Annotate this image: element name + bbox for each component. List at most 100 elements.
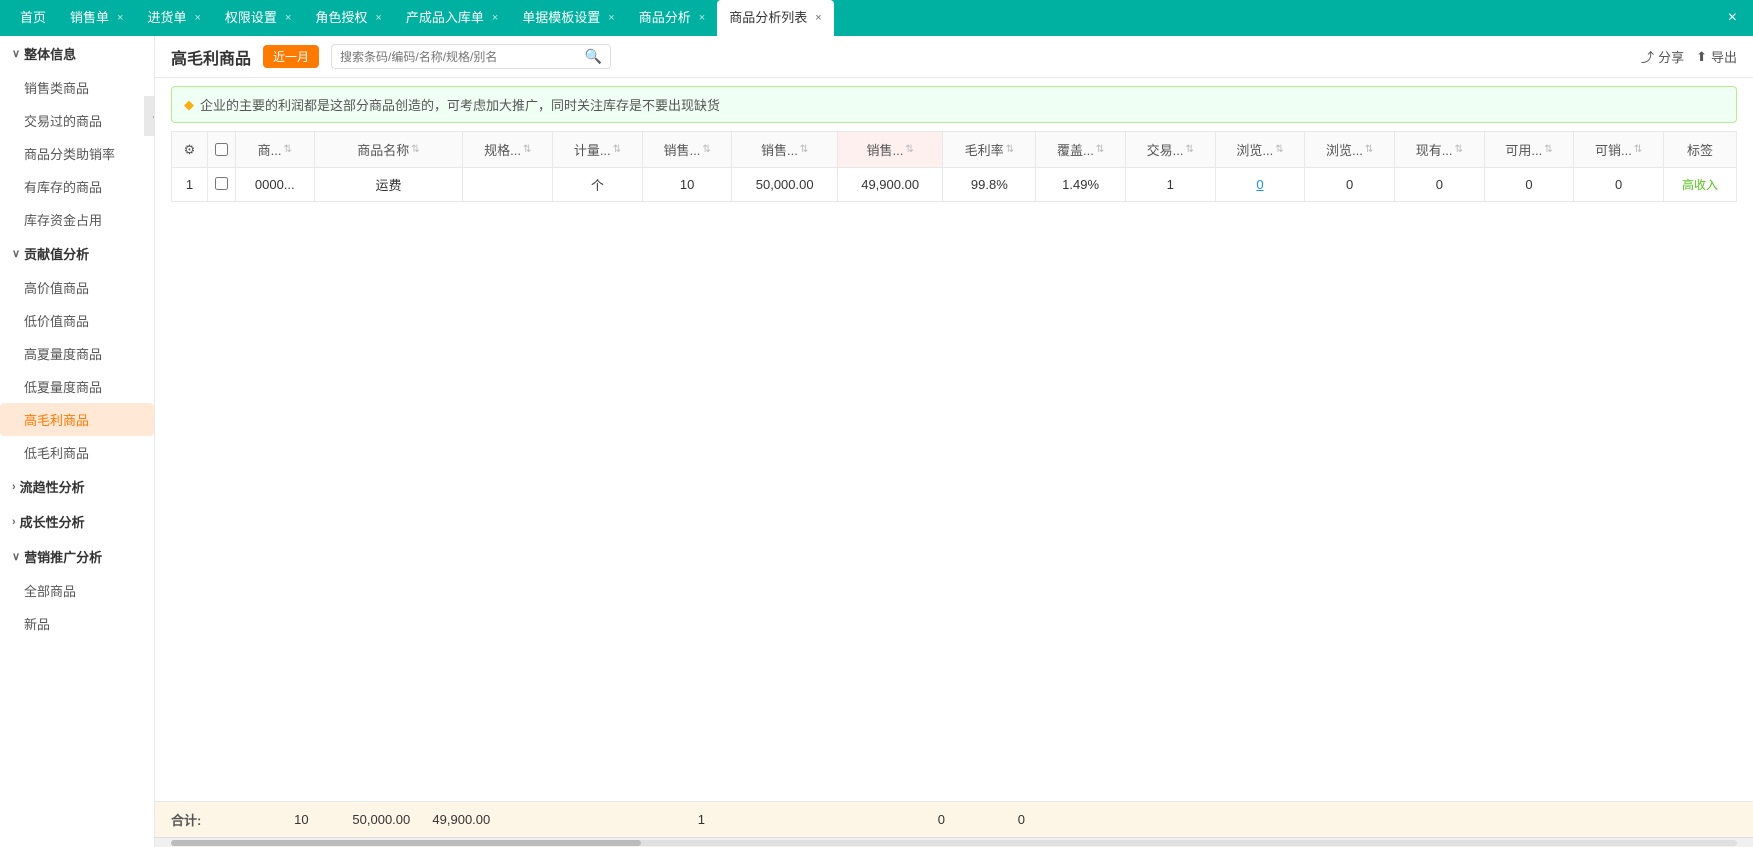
col-name[interactable]: 商品名称⇅ [314, 132, 463, 168]
col-browse1[interactable]: 浏览...⇅ [1215, 132, 1305, 168]
close-icon[interactable]: × [194, 0, 200, 36]
sidebar-group-trend[interactable]: › 流趋性分析 [0, 469, 154, 504]
close-icon[interactable]: × [492, 0, 498, 36]
col-sales-profit[interactable]: 销售...⇅ [837, 132, 942, 168]
warning-icon: ◆ [184, 97, 194, 113]
cell-unit: 个 [553, 168, 643, 202]
cell-browse2: 0 [1305, 168, 1395, 202]
search-icon[interactable]: 🔍 [585, 48, 602, 65]
cell-browse1[interactable]: 0 [1215, 168, 1305, 202]
footer-values: 10 50,000.00 49,900.00 1 0 0 [261, 812, 1737, 827]
horizontal-scrollbar[interactable] [155, 837, 1753, 847]
col-sales-amount[interactable]: 销售...⇅ [732, 132, 837, 168]
sidebar-item-stock-capital[interactable]: 库存资金占用 [0, 203, 154, 236]
col-current-stock[interactable]: 现有...⇅ [1394, 132, 1484, 168]
sidebar-item-high-frequency[interactable]: 高夏量度商品 [0, 337, 154, 370]
data-table: ⚙ 商...⇅ 商品名称⇅ 规格...⇅ [171, 131, 1737, 202]
table-row: 1 0000... 运费 个 10 50,000.00 49,900.00 99… [172, 168, 1737, 202]
col-sales-qty[interactable]: 销售...⇅ [642, 132, 732, 168]
scrollbar-track[interactable] [171, 840, 1737, 846]
cell-checkbox[interactable] [208, 168, 236, 202]
close-icon[interactable]: × [285, 0, 291, 36]
table-container[interactable]: ⚙ 商...⇅ 商品名称⇅ 规格...⇅ [155, 131, 1753, 801]
share-button[interactable]: ⤴ 分享 [1641, 47, 1684, 66]
col-tag[interactable]: 标签 [1663, 132, 1736, 168]
sidebar-item-low-frequency[interactable]: 低夏量度商品 [0, 370, 154, 403]
sidebar-item-category-sales-rate[interactable]: 商品分类助销率 [0, 137, 154, 170]
footer-sales-profit: 49,900.00 [421, 812, 501, 827]
col-code[interactable]: 商...⇅ [236, 132, 315, 168]
content-area: 高毛利商品 近一月 🔍 ⤴ 分享 ⬆ 导出 ◆ 企业的主要的利润都是这部分商品创… [155, 36, 1753, 847]
cell-sellable: 0 [1574, 168, 1664, 202]
col-coverage[interactable]: 覆盖...⇅ [1036, 132, 1126, 168]
nav-product-analysis-list[interactable]: 商品分析列表 × [717, 0, 833, 36]
cell-transaction: 1 [1125, 168, 1215, 202]
footer-transaction: 1 [661, 812, 741, 827]
sidebar-item-sales-goods[interactable]: 销售类商品 [0, 71, 154, 104]
cell-spec [463, 168, 553, 202]
col-gross-margin[interactable]: 毛利率⇅ [943, 132, 1036, 168]
scrollbar-thumb[interactable] [171, 840, 641, 846]
sidebar-group-overall[interactable]: ∨ 整体信息 [0, 36, 154, 71]
sidebar-collapse-button[interactable]: 《 [144, 96, 155, 136]
sidebar-item-high-margin[interactable]: 高毛利商品 [0, 403, 154, 436]
table-footer: 合计: 10 50,000.00 49,900.00 1 0 0 [155, 801, 1753, 837]
sidebar-group-marketing[interactable]: ∨ 营销推广分析 [0, 539, 154, 574]
col-sellable[interactable]: 可销...⇅ [1574, 132, 1664, 168]
footer-empty1 [501, 812, 581, 827]
cell-code: 0000... [236, 168, 315, 202]
sidebar-item-all-goods[interactable]: 全部商品 [0, 574, 154, 607]
cell-sales-qty: 10 [642, 168, 732, 202]
sidebar-item-new-goods[interactable]: 新品 [0, 607, 154, 640]
table-header-row: ⚙ 商...⇅ 商品名称⇅ 规格...⇅ [172, 132, 1737, 168]
sidebar-item-traded-goods[interactable]: 交易过的商品 [0, 104, 154, 137]
footer-current-stock: 0 [901, 812, 981, 827]
sidebar-group-contribution[interactable]: ∨ 贡献值分析 [0, 236, 154, 271]
close-icon[interactable]: × [117, 0, 123, 36]
row-checkbox[interactable] [215, 177, 228, 190]
col-spec[interactable]: 规格...⇅ [463, 132, 553, 168]
col-available[interactable]: 可用...⇅ [1484, 132, 1574, 168]
arrow-right-icon: › [12, 481, 16, 493]
arrow-down-icon: ∨ [12, 247, 20, 260]
nav-products-in[interactable]: 产成品入库单 × [394, 0, 510, 36]
footer-empty2 [581, 812, 661, 827]
col-settings[interactable]: ⚙ [172, 132, 208, 168]
sidebar-item-low-margin[interactable]: 低毛利商品 [0, 436, 154, 469]
close-icon[interactable]: × [608, 0, 614, 36]
footer-available: 0 [981, 812, 1061, 827]
nav-home[interactable]: 首页 [8, 0, 58, 36]
cell-coverage: 1.49% [1036, 168, 1126, 202]
sidebar-item-low-value[interactable]: 低价值商品 [0, 304, 154, 337]
footer-empty5 [1061, 812, 1141, 827]
nav-purchase-order[interactable]: 进货单 × [135, 0, 212, 36]
cell-gross-margin: 99.8% [943, 168, 1036, 202]
close-window-button[interactable]: × [1720, 9, 1745, 27]
header-actions: ⤴ 分享 ⬆ 导出 [1641, 47, 1737, 66]
close-icon[interactable]: × [815, 0, 821, 36]
nav-roles[interactable]: 角色授权 × [303, 0, 393, 36]
sidebar-item-in-stock-goods[interactable]: 有库存的商品 [0, 170, 154, 203]
col-transaction[interactable]: 交易...⇅ [1125, 132, 1215, 168]
sidebar-group-growth[interactable]: › 成长性分析 [0, 504, 154, 539]
cell-sales-profit: 49,900.00 [837, 168, 942, 202]
arrow-right-icon: › [12, 516, 16, 528]
nav-permissions[interactable]: 权限设置 × [213, 0, 303, 36]
col-browse2[interactable]: 浏览...⇅ [1305, 132, 1395, 168]
cell-sales-amount: 50,000.00 [732, 168, 837, 202]
nav-sales-order[interactable]: 销售单 × [58, 0, 135, 36]
col-checkbox[interactable] [208, 132, 236, 168]
sidebar-item-high-value[interactable]: 高价值商品 [0, 271, 154, 304]
search-input[interactable] [340, 50, 585, 64]
col-unit[interactable]: 计量...⇅ [553, 132, 643, 168]
select-all-checkbox[interactable] [215, 143, 228, 156]
export-button[interactable]: ⬆ 导出 [1696, 47, 1737, 66]
nav-template-settings[interactable]: 单据模板设置 × [510, 0, 626, 36]
search-box[interactable]: 🔍 [331, 44, 611, 69]
cell-available: 0 [1484, 168, 1574, 202]
close-icon[interactable]: × [699, 0, 705, 36]
cell-current-stock: 0 [1394, 168, 1484, 202]
close-icon[interactable]: × [375, 0, 381, 36]
filter-month-button[interactable]: 近一月 [263, 45, 319, 68]
nav-product-analysis[interactable]: 商品分析 × [627, 0, 717, 36]
